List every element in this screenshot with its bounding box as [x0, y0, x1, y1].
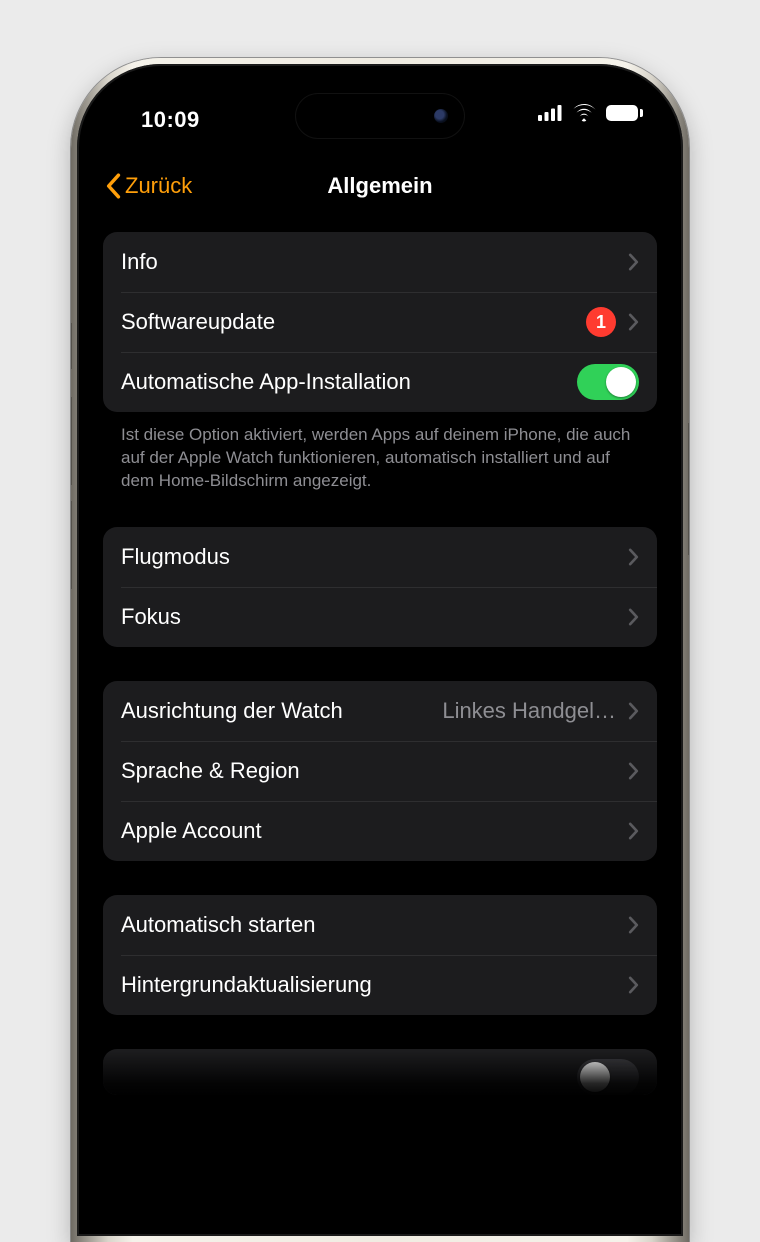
wifi-icon: [572, 104, 596, 122]
row-label: Fokus: [121, 604, 181, 630]
row-focus[interactable]: Fokus: [103, 587, 657, 647]
row-watch-orientation[interactable]: Ausrichtung der Watch Linkes Handgel…: [103, 681, 657, 741]
chevron-left-icon: [105, 173, 121, 199]
status-time: 10:09: [141, 107, 200, 133]
settings-content[interactable]: Info Softwareupdate 1 Automatische App-I…: [87, 214, 673, 1226]
chevron-right-icon: [628, 253, 639, 271]
back-button[interactable]: Zurück: [105, 173, 192, 199]
row-label: Info: [121, 249, 158, 275]
navigation-bar: Zurück Allgemein: [87, 158, 673, 214]
partial-toggle[interactable]: [577, 1059, 639, 1095]
chevron-right-icon: [628, 608, 639, 626]
row-auto-app-install: Automatische App-Installation: [103, 352, 657, 412]
battery-icon: [606, 105, 643, 121]
back-label: Zurück: [125, 173, 192, 199]
cellular-icon: [538, 105, 562, 121]
row-label: Flugmodus: [121, 544, 230, 570]
chevron-right-icon: [628, 916, 639, 934]
auto-install-toggle[interactable]: [577, 364, 639, 400]
chevron-right-icon: [628, 313, 639, 331]
phone-screen: 10:09 Zurück Allgemein: [87, 74, 673, 1226]
row-airplane-mode[interactable]: Flugmodus: [103, 527, 657, 587]
row-software-update[interactable]: Softwareupdate 1: [103, 292, 657, 352]
group-footer-note: Ist diese Option aktiviert, werden Apps …: [103, 412, 657, 493]
iphone-device-frame: 10:09 Zurück Allgemein: [71, 58, 689, 1242]
phone-bezel: 10:09 Zurück Allgemein: [77, 64, 683, 1236]
settings-group-partial: [103, 1049, 657, 1095]
chevron-right-icon: [628, 702, 639, 720]
chevron-right-icon: [628, 762, 639, 780]
settings-group-general: Info Softwareupdate 1 Automatische App-I…: [103, 232, 657, 412]
row-label: Automatische App-Installation: [121, 369, 411, 395]
row-apple-account[interactable]: Apple Account: [103, 801, 657, 861]
settings-group-watch: Ausrichtung der Watch Linkes Handgel… Sp…: [103, 681, 657, 861]
row-label: Softwareupdate: [121, 309, 275, 335]
settings-group-modes: Flugmodus Fokus: [103, 527, 657, 647]
settings-group-automation: Automatisch starten Hintergrundaktualisi…: [103, 895, 657, 1015]
row-label: Automatisch starten: [121, 912, 315, 938]
row-label: Apple Account: [121, 818, 262, 844]
row-background-refresh[interactable]: Hintergrundaktualisierung: [103, 955, 657, 1015]
status-bar: 10:09: [87, 74, 673, 158]
chevron-right-icon: [628, 976, 639, 994]
page-title: Allgemein: [327, 173, 432, 199]
notification-badge: 1: [586, 307, 616, 337]
row-auto-start[interactable]: Automatisch starten: [103, 895, 657, 955]
row-language-region[interactable]: Sprache & Region: [103, 741, 657, 801]
row-label: Ausrichtung der Watch: [121, 698, 343, 724]
row-partial[interactable]: [103, 1049, 657, 1095]
chevron-right-icon: [628, 548, 639, 566]
chevron-right-icon: [628, 822, 639, 840]
row-label: Hintergrundaktualisierung: [121, 972, 372, 998]
row-info[interactable]: Info: [103, 232, 657, 292]
row-value: Linkes Handgel…: [442, 698, 616, 724]
row-label: Sprache & Region: [121, 758, 300, 784]
image-canvas: 10:09 Zurück Allgemein: [0, 0, 760, 1242]
